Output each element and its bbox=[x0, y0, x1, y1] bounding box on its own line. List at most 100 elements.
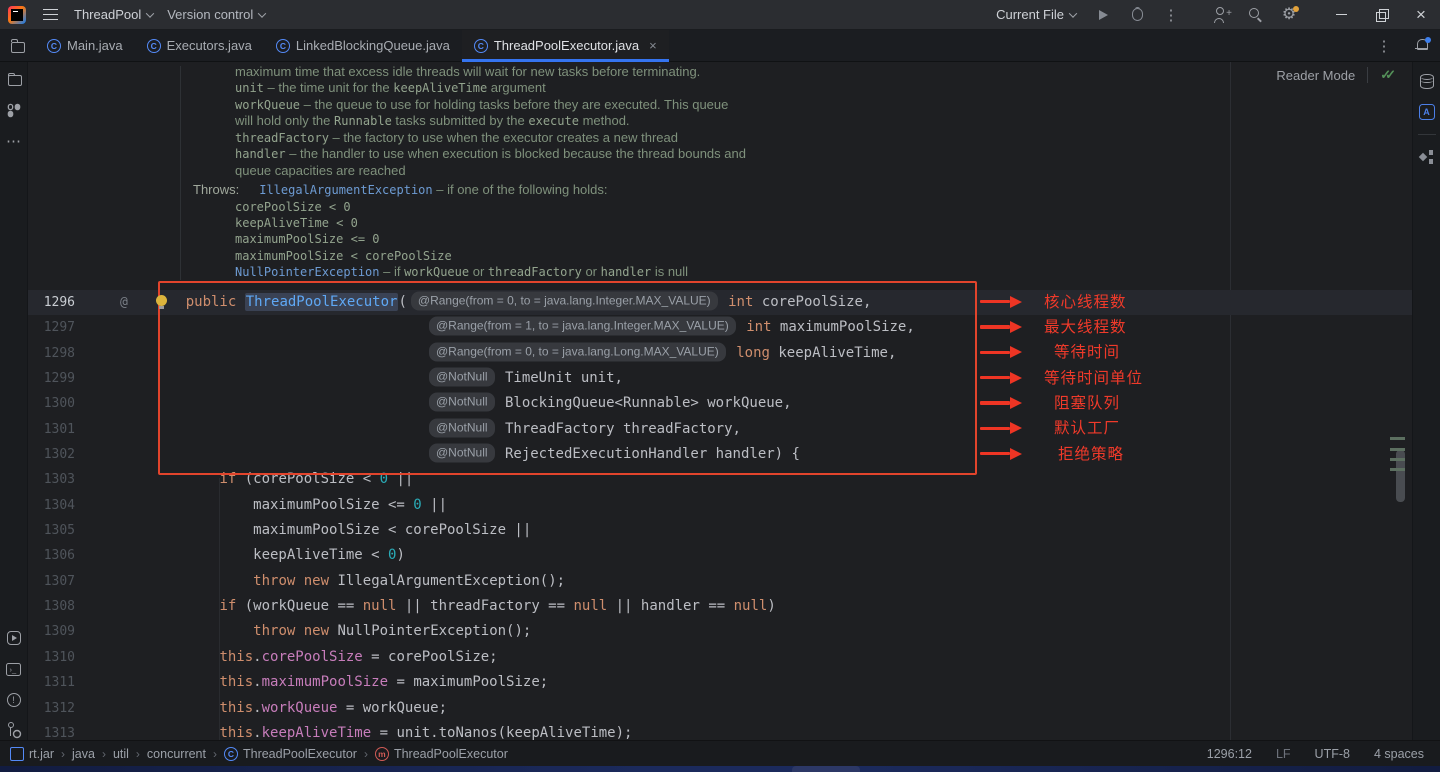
code-line-1307[interactable]: 1307 throw new IllegalArgumentException(… bbox=[28, 569, 1412, 594]
code-line-1308[interactable]: 1308 if (workQueue == null || threadFact… bbox=[28, 594, 1412, 619]
line-number[interactable]: 1305 bbox=[28, 518, 75, 543]
debug-icon[interactable] bbox=[1128, 6, 1146, 24]
maximize-button[interactable] bbox=[1372, 6, 1390, 24]
terminal-icon[interactable] bbox=[5, 660, 23, 678]
doc-link[interactable]: IllegalArgumentException bbox=[259, 183, 432, 197]
line-number[interactable]: 1304 bbox=[28, 493, 75, 518]
annotation-label: 阻塞队列 bbox=[1054, 395, 1121, 413]
code-line-1309[interactable]: 1309 throw new NullPointerException(); bbox=[28, 619, 1412, 644]
breadcrumb-item[interactable]: ThreadPoolExecutor bbox=[223, 746, 357, 761]
more-horizontal-icon[interactable] bbox=[5, 132, 23, 150]
line-number[interactable]: 1302 bbox=[28, 442, 75, 467]
add-user-icon[interactable] bbox=[1212, 6, 1232, 24]
line-number[interactable]: 1311 bbox=[28, 670, 75, 695]
structure-icon[interactable] bbox=[5, 101, 23, 119]
breadcrumb-separator-icon: › bbox=[135, 746, 140, 761]
breadcrumb-item[interactable]: ThreadPoolExecutor bbox=[374, 746, 508, 761]
doc-line: will hold only the Runnable tasks submit… bbox=[235, 113, 630, 129]
line-number[interactable]: 1310 bbox=[28, 645, 75, 670]
code-line-1310[interactable]: 1310 this.corePoolSize = corePoolSize; bbox=[28, 645, 1412, 670]
problems-icon[interactable] bbox=[5, 691, 23, 709]
file-encoding[interactable]: UTF-8 bbox=[1315, 747, 1350, 761]
close-button[interactable] bbox=[1412, 6, 1430, 24]
search-icon[interactable] bbox=[1246, 6, 1264, 24]
scrollbar-mark bbox=[1390, 448, 1405, 451]
more-vertical-icon[interactable] bbox=[1162, 6, 1180, 24]
chevron-down-icon bbox=[1068, 8, 1078, 18]
tab-LinkedBlockingQueue.java[interactable]: LinkedBlockingQueue.java bbox=[264, 30, 462, 61]
breadcrumb-separator-icon: › bbox=[363, 746, 368, 761]
code-line-1306[interactable]: 1306 keepAliveTime < 0) bbox=[28, 543, 1412, 568]
line-number[interactable]: 1308 bbox=[28, 594, 75, 619]
run-config-selector[interactable]: Current File bbox=[996, 7, 1078, 22]
code-line-1313[interactable]: 1313 this.keepAliveTime = unit.toNanos(k… bbox=[28, 721, 1412, 740]
reader-mode-widget[interactable]: Reader Mode ✓✓ bbox=[1276, 67, 1396, 83]
line-number[interactable]: 1296 bbox=[28, 290, 75, 315]
breadcrumb-item[interactable]: java bbox=[72, 747, 95, 761]
code-line-1312[interactable]: 1312 this.workQueue = workQueue; bbox=[28, 696, 1412, 721]
inspections-ok-icon[interactable]: ✓✓ bbox=[1380, 67, 1396, 83]
tab-label: Executors.java bbox=[166, 38, 252, 53]
line-number[interactable]: 1298 bbox=[28, 341, 75, 366]
line-number[interactable]: 1299 bbox=[28, 366, 75, 391]
annotation-label: 最大线程数 bbox=[1044, 319, 1127, 337]
line-number[interactable]: 1300 bbox=[28, 391, 75, 416]
annotation-label: 等待时间单位 bbox=[1044, 369, 1144, 387]
bell-icon[interactable] bbox=[1413, 36, 1431, 55]
run-icon[interactable] bbox=[1094, 6, 1112, 24]
javadoc-gutter-icon: @ bbox=[120, 295, 128, 310]
close-tab-icon[interactable]: × bbox=[649, 38, 657, 53]
method-icon bbox=[374, 746, 389, 761]
breadcrumb-item[interactable]: rt.jar bbox=[10, 746, 54, 761]
build-tool-icon[interactable] bbox=[1418, 148, 1436, 166]
git-branch-icon[interactable] bbox=[5, 722, 23, 740]
class-icon bbox=[146, 38, 161, 53]
code-line-1304[interactable]: 1304 maximumPoolSize <= 0 || bbox=[28, 493, 1412, 518]
doc-line: unit – the time unit for the keepAliveTi… bbox=[235, 80, 546, 96]
class-icon bbox=[47, 38, 61, 53]
more-vertical-icon[interactable] bbox=[1375, 37, 1393, 55]
vcs-selector[interactable]: Version control bbox=[167, 7, 267, 22]
breadcrumb-item[interactable]: util bbox=[113, 747, 129, 761]
line-number[interactable]: 1306 bbox=[28, 543, 75, 568]
line-number[interactable]: 1307 bbox=[28, 569, 75, 594]
line-separator[interactable]: LF bbox=[1276, 747, 1291, 761]
editor-tab-bar: Main.java Executors.java LinkedBlockingQue… bbox=[0, 30, 1440, 62]
tab-Main.java[interactable]: Main.java bbox=[35, 30, 135, 61]
annotation-arrow-icon bbox=[980, 321, 1022, 334]
class-icon bbox=[473, 38, 488, 53]
line-number[interactable]: 1303 bbox=[28, 467, 75, 492]
code-line-1305[interactable]: 1305 maximumPoolSize < corePoolSize || bbox=[28, 518, 1412, 543]
line-number[interactable]: 1309 bbox=[28, 619, 75, 644]
tab-ThreadPoolExecutor.java[interactable]: ThreadPoolExecutor.java × bbox=[461, 30, 669, 62]
status-bar: rt.jar › java › util › concurrent › ThreadPoolEx… bbox=[0, 740, 1440, 766]
main-menu-icon[interactable] bbox=[40, 6, 60, 24]
line-number[interactable]: 1297 bbox=[28, 315, 75, 340]
doc-line: handler – the handler to use when execut… bbox=[235, 146, 746, 162]
project-selector[interactable]: ThreadPool bbox=[74, 7, 155, 22]
title-bar: ThreadPool Version control Current File bbox=[0, 0, 1440, 30]
settings-icon[interactable] bbox=[1280, 5, 1299, 24]
line-number[interactable]: 1301 bbox=[28, 417, 75, 442]
doc-line: maximumPoolSize <= 0 bbox=[235, 232, 380, 247]
doc-link[interactable]: NullPointerException bbox=[235, 265, 380, 279]
minimize-button[interactable] bbox=[1332, 6, 1350, 24]
breadcrumb-item[interactable]: concurrent bbox=[147, 747, 206, 761]
services-icon[interactable] bbox=[5, 629, 23, 647]
line-number[interactable]: 1313 bbox=[28, 721, 75, 740]
code-editor[interactable]: Reader Mode ✓✓ maximum time that excess … bbox=[28, 62, 1412, 740]
indent-style[interactable]: 4 spaces bbox=[1374, 747, 1424, 761]
jar-icon bbox=[10, 746, 24, 761]
intention-bulb-icon[interactable] bbox=[156, 295, 167, 309]
folder-project-icon[interactable] bbox=[5, 70, 23, 88]
translate-icon[interactable] bbox=[1418, 103, 1436, 121]
code-line-1311[interactable]: 1311 this.maximumPoolSize = maximumPoolS… bbox=[28, 670, 1412, 695]
code-text: this.maximumPoolSize = maximumPoolSize; bbox=[219, 674, 549, 691]
os-taskbar-sliver bbox=[0, 766, 1440, 772]
breadcrumb-separator-icon: › bbox=[212, 746, 217, 761]
project-folder-icon[interactable] bbox=[8, 37, 26, 55]
database-icon[interactable] bbox=[1418, 72, 1436, 90]
tab-Executors.java[interactable]: Executors.java bbox=[135, 30, 264, 61]
caret-position[interactable]: 1296:12 bbox=[1207, 747, 1252, 761]
line-number[interactable]: 1312 bbox=[28, 696, 75, 721]
